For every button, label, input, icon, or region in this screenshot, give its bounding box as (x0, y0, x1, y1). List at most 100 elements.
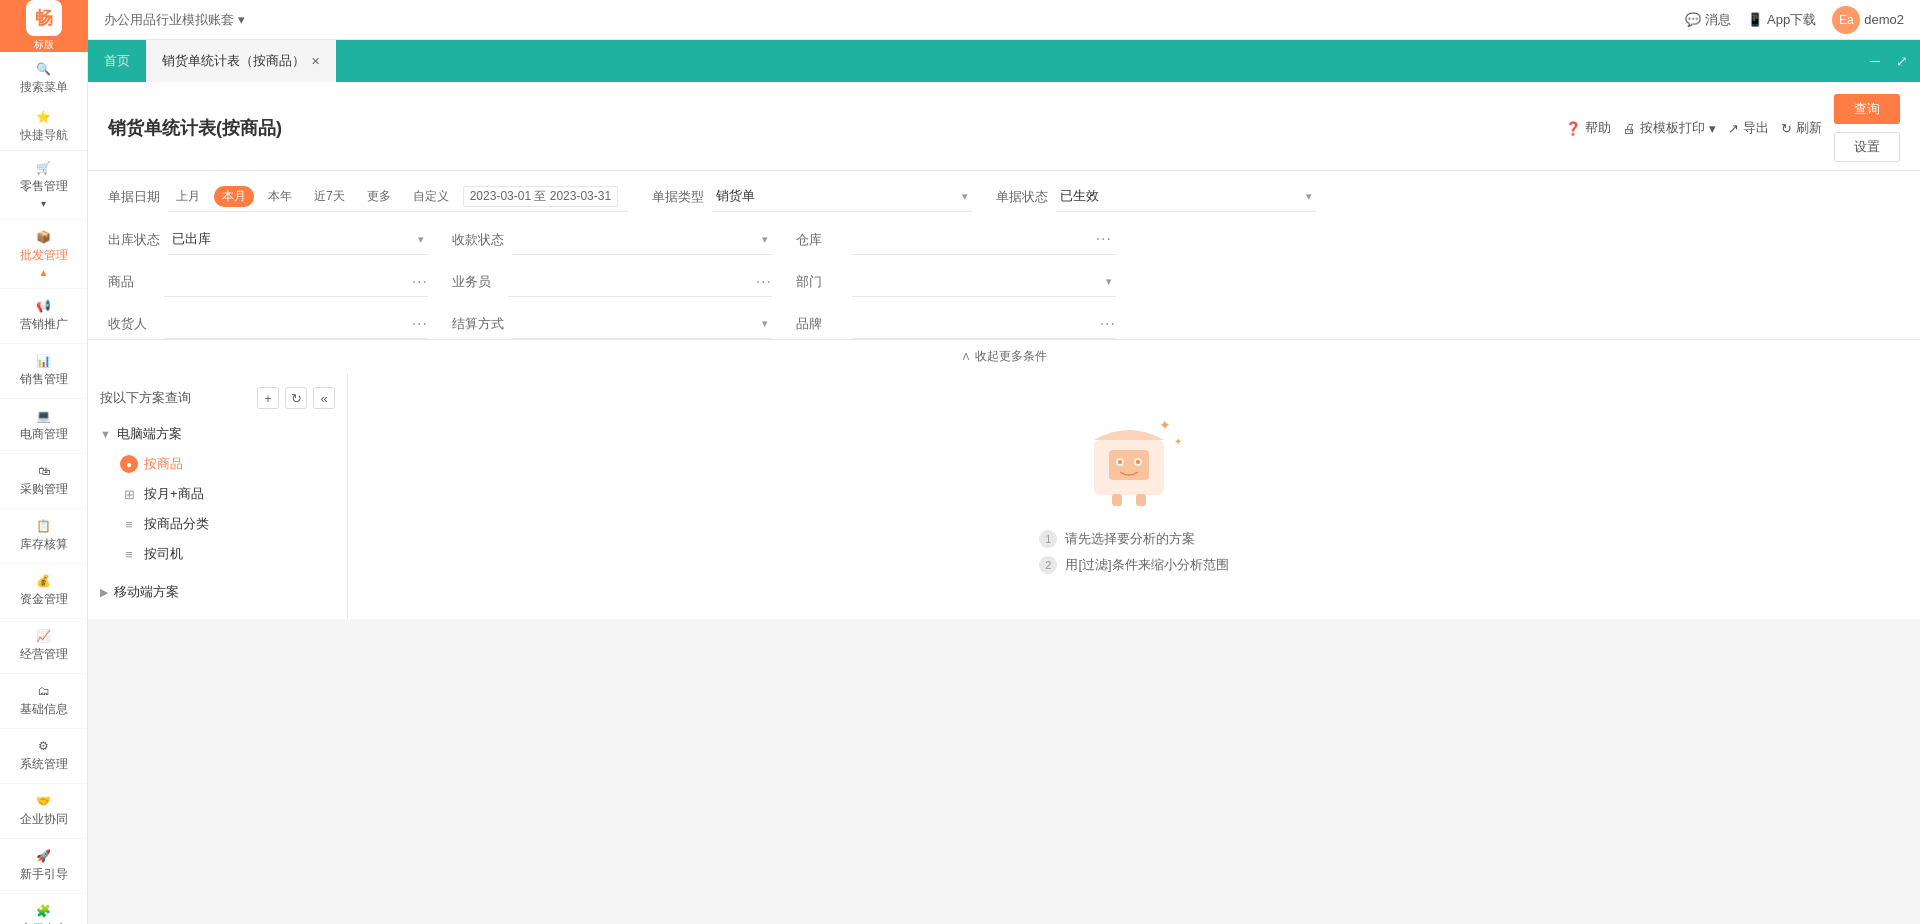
tab-minimize-btn[interactable]: ─ (1866, 49, 1884, 73)
collapse-panel-btn[interactable]: « (313, 387, 335, 409)
sidebar-item-system[interactable]: ⚙ 系统管理 (0, 729, 87, 784)
collab-icon: 🤝 (36, 794, 51, 808)
tree-section-mobile: ▶ 移动端方案 (88, 573, 347, 611)
date-range-value[interactable]: 2023-03-01 至 2023-03-31 (463, 186, 618, 207)
receiver-dots[interactable]: ··· (412, 315, 428, 333)
refresh-scheme-btn[interactable]: ↻ (285, 387, 307, 409)
sidebar-item-basics[interactable]: 🗂 基础信息 (0, 674, 87, 729)
receiver-label: 收货人 (108, 315, 164, 333)
print-dropdown-arrow: ▾ (1709, 121, 1716, 136)
tab-home[interactable]: 首页 (88, 40, 146, 82)
payment-select[interactable]: ▾ (512, 231, 772, 248)
tree-item-by-category[interactable]: ≡ 按商品分类 (88, 509, 347, 539)
sidebar-item-apps[interactable]: 🧩 应用中心 (0, 894, 87, 924)
storage-select[interactable]: ··· (852, 228, 1116, 250)
status-arrow-icon: ▾ (1306, 190, 1312, 203)
sidebar-item-operations[interactable]: 📈 经营管理 (0, 619, 87, 674)
add-scheme-btn[interactable]: + (257, 387, 279, 409)
svg-point-5 (1136, 460, 1140, 464)
brand-dots[interactable]: ··· (1100, 315, 1116, 333)
account-selector[interactable]: 办公用品行业模拟账套 ▾ (104, 11, 245, 29)
tab-expand-btn[interactable]: ⤢ (1892, 49, 1912, 73)
collapse-filters-btn[interactable]: ∧ 收起更多条件 (88, 339, 1920, 373)
sidebar-item-sales[interactable]: 📊 销售管理 (0, 344, 87, 399)
date-tab-last-month[interactable]: 上月 (168, 186, 208, 207)
filter-payment: 收款状态 ▾ (452, 225, 772, 255)
staff-dots[interactable]: ··· (756, 273, 772, 291)
goods-dots[interactable]: ··· (412, 273, 428, 291)
date-tab-this-year[interactable]: 本年 (260, 186, 300, 207)
sidebar-item-purchase[interactable]: 🛍 采购管理 (0, 454, 87, 509)
help-btn[interactable]: ❓ 帮助 (1565, 119, 1611, 137)
message-label: 消息 (1705, 11, 1731, 29)
retail-icon: 🛒 (36, 161, 51, 175)
filter-receiver: 收货人 ··· (108, 309, 428, 339)
type-select[interactable]: 销货单 ▾ (712, 185, 972, 207)
sidebar-search[interactable]: 🔍 搜索菜单 (20, 52, 68, 102)
sidebar-item-wholesale[interactable]: 📦 批发管理 ▲ (0, 220, 87, 289)
sidebar-item-ecommerce[interactable]: 💻 电商管理 (0, 399, 87, 454)
filter-goods: 商品 ··· (108, 267, 428, 297)
tree-item-by-driver[interactable]: ≡ 按司机 (88, 539, 347, 569)
sidebar-search-label: 搜索菜单 (20, 79, 68, 96)
storage-dots[interactable]: ··· (1096, 230, 1112, 248)
sidebar-item-collab[interactable]: 🤝 企业协同 (0, 784, 87, 839)
dept-select[interactable]: ▾ (852, 273, 1116, 290)
help-label: 帮助 (1585, 119, 1611, 137)
retail-label: 零售管理 (20, 178, 68, 195)
tree-item-by-month-goods[interactable]: ⊞ 按月+商品 (88, 479, 347, 509)
sidebar-quicknav-label: 快捷导航 (20, 127, 68, 144)
status-control: 已生效 ▾ (1056, 181, 1316, 212)
page-header: 销货单统计表(按商品) ❓ 帮助 🖨 按模板打印 ▾ ↗ 导出 ↻ 刷新 (88, 82, 1920, 171)
sidebar-quicknav[interactable]: ⭐ 快捷导航 (0, 102, 87, 151)
sidebar-item-retail[interactable]: 🛒 零售管理 ▾ (0, 151, 87, 220)
date-tab-7days[interactable]: 近7天 (306, 186, 353, 207)
tree-pc-section[interactable]: ▼ 电脑端方案 (88, 419, 347, 449)
system-icon: ⚙ (38, 739, 49, 753)
sidebar-item-inventory[interactable]: 📋 库存核算 (0, 509, 87, 564)
right-panel: ✦ ✦ 1 请先选择要分析的方案 2 (348, 373, 1920, 619)
date-tab-custom[interactable]: 自定义 (405, 186, 457, 207)
user-profile[interactable]: Ea demo2 (1832, 6, 1904, 34)
by-driver-icon: ≡ (120, 545, 138, 563)
collab-label: 企业协同 (20, 811, 68, 828)
date-tab-this-month[interactable]: 本月 (214, 186, 254, 207)
dropdown-arrow-icon: ▾ (238, 12, 245, 27)
out-status-select[interactable]: 已出库 ▾ (168, 228, 428, 250)
date-tab-more[interactable]: 更多 (359, 186, 399, 207)
tree-item-by-goods[interactable]: ● 按商品 (88, 449, 347, 479)
tree-mobile-section[interactable]: ▶ 移动端方案 (88, 577, 347, 607)
sidebar-item-guide[interactable]: 🚀 新手引导 (0, 839, 87, 894)
svg-text:✦: ✦ (1174, 436, 1182, 447)
query-button[interactable]: 查询 (1834, 94, 1900, 124)
left-panel-title: 按以下方案查询 (100, 389, 191, 407)
app-icon: 📱 (1747, 12, 1763, 27)
sidebar-item-marketing[interactable]: 📢 营销推广 (0, 289, 87, 344)
print-btn[interactable]: 🖨 按模板打印 ▾ (1623, 119, 1716, 137)
refresh-btn[interactable]: ↻ 刷新 (1781, 119, 1822, 137)
svg-point-4 (1118, 460, 1122, 464)
inventory-icon: 📋 (36, 519, 51, 533)
export-btn[interactable]: ↗ 导出 (1728, 119, 1769, 137)
message-btn[interactable]: 💬 消息 (1685, 11, 1731, 29)
page-actions: ❓ 帮助 🖨 按模板打印 ▾ ↗ 导出 ↻ 刷新 查询 (1565, 94, 1900, 162)
payment-control: ▾ (512, 225, 772, 255)
topbar: 办公用品行业模拟账套 ▾ 💬 消息 📱 App下载 Ea demo2 (88, 0, 1920, 40)
settle-select[interactable]: ▾ (512, 315, 772, 332)
settings-button[interactable]: 设置 (1834, 132, 1900, 162)
tab-sales-stat[interactable]: 销货单统计表（按商品） ✕ (146, 40, 336, 82)
search-icon: 🔍 (36, 62, 51, 76)
filter-out-status: 出库状态 已出库 ▾ (108, 224, 428, 255)
page-title: 销货单统计表(按商品) (108, 116, 282, 140)
inventory-label: 库存核算 (20, 536, 68, 553)
app-label: App下载 (1767, 11, 1816, 29)
sidebar-logo[interactable]: 畅 标版 (0, 0, 88, 52)
settle-label: 结算方式 (452, 315, 512, 333)
status-select[interactable]: 已生效 ▾ (1056, 185, 1316, 207)
svg-text:✦: ✦ (1159, 417, 1171, 433)
tab-close-btn[interactable]: ✕ (311, 55, 320, 68)
avatar: Ea (1832, 6, 1860, 34)
basics-icon: 🗂 (38, 684, 50, 698)
app-download-btn[interactable]: 📱 App下载 (1747, 11, 1816, 29)
sidebar-item-finance[interactable]: 💰 资金管理 (0, 564, 87, 619)
